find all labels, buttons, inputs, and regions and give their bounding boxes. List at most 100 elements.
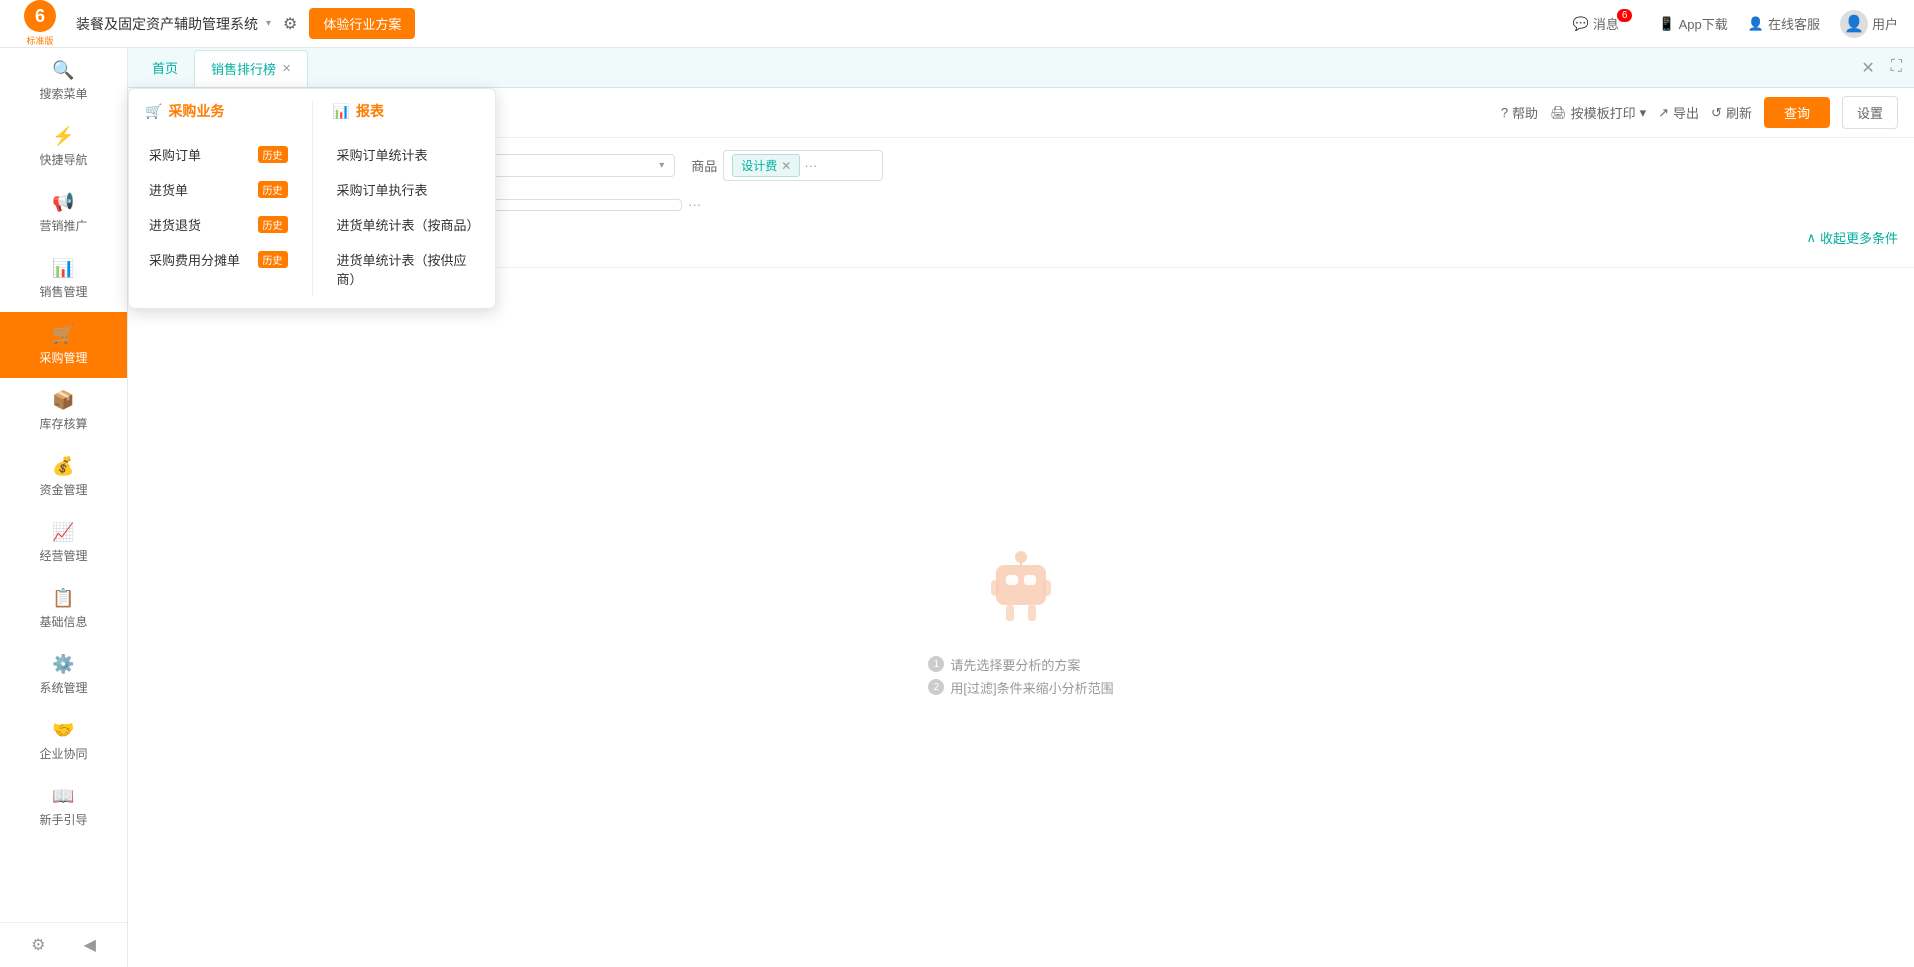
empty-state-illustration (971, 535, 1071, 635)
sidebar-item-quick-nav[interactable]: ⚡ 快捷导航 (0, 114, 127, 180)
sidebar-item-sales[interactable]: 📊 销售管理 (0, 246, 127, 312)
dropdown-arrow-icon[interactable]: ▾ (266, 18, 271, 29)
tab-sales-ranking[interactable]: 销售排行榜 ✕ (194, 50, 308, 87)
refresh-icon: ↺ (1711, 105, 1722, 121)
menu-item-label: 进货单统计表（按供应商） (337, 250, 476, 288)
report-section: 📊 报表 采购订单统计表 采购订单执行表 进货单统计表（按商品） 进货单统计表（… (317, 101, 496, 296)
tab-bar: 首页 销售排行榜 ✕ ✕ ⛶ (128, 48, 1914, 88)
tab-label: 销售排行榜 (211, 59, 276, 78)
tab-close-all-icon[interactable]: ✕ (1857, 54, 1878, 82)
history-badge: 历史 (258, 216, 288, 233)
logo-icon: 6 (24, 0, 56, 32)
goods-tag-close-icon[interactable]: ✕ (781, 159, 791, 173)
sidebar-item-search[interactable]: 🔍 搜索菜单 (0, 48, 127, 114)
inventory-icon: 📦 (52, 390, 74, 411)
purchase-section-title: 🛒 采购业务 (145, 101, 292, 127)
print-icon: 🖨 (1550, 105, 1567, 121)
sidebar-bottom: ⚙ ◀ (0, 922, 127, 967)
bottom-settings-icon[interactable]: ⚙ (31, 935, 45, 955)
menu-divider (312, 101, 313, 296)
purchase-section-icon: 🛒 (145, 103, 162, 120)
menu-item-label: 采购订单统计表 (337, 145, 428, 164)
sidebar-item-finance[interactable]: 💰 资金管理 (0, 444, 127, 510)
export-action[interactable]: ↗ 导出 (1658, 103, 1699, 122)
menu-item-purchase-order-exec[interactable]: 采购订单执行表 (333, 172, 480, 207)
guide-icon: 📖 (52, 786, 74, 807)
refresh-action[interactable]: ↺ 刷新 (1711, 103, 1752, 122)
salesperson-filter-dots[interactable]: ··· (688, 197, 701, 212)
tab-maximize-icon[interactable]: ⛶ (1887, 54, 1906, 82)
sidebar-item-purchase[interactable]: 🛒 采购管理 (0, 312, 127, 378)
menu-item-label: 采购订单执行表 (337, 180, 428, 199)
empty-state: 1 请先选择要分析的方案 2 用[过滤]条件来缩小分析范围 (128, 268, 1914, 967)
menu-item-return[interactable]: 进货退货 历史 (145, 207, 292, 242)
sidebar-item-label: 企业协同 (39, 745, 87, 762)
cooperation-icon: 🤝 (52, 720, 74, 741)
history-badge: 历史 (258, 181, 288, 198)
sales-icon: 📊 (52, 258, 74, 279)
menu-item-inbound-stats-goods[interactable]: 进货单统计表（按商品） (333, 207, 480, 242)
menu-item-label: 进货退货 (149, 215, 201, 234)
help-action[interactable]: ? 帮助 (1501, 103, 1538, 122)
marketing-icon: 📢 (52, 192, 74, 213)
basic-info-icon: 📋 (52, 588, 74, 609)
report-section-title: 📊 报表 (333, 101, 480, 127)
headset-icon: 👤 (1748, 16, 1764, 32)
voucher-status-select[interactable]: ▾ (475, 154, 675, 177)
avatar: 👤 (1840, 10, 1868, 38)
user-item[interactable]: 👤 用户 (1840, 10, 1898, 38)
salesperson-select[interactable] (482, 199, 682, 211)
empty-step-1: 1 请先选择要分析的方案 (928, 655, 1113, 674)
online-service-item[interactable]: 👤 在线客服 (1748, 14, 1820, 33)
export-label: 导出 (1673, 103, 1699, 122)
sidebar-item-label: 营销推广 (39, 217, 87, 234)
empty-step-2: 2 用[过滤]条件来缩小分析范围 (928, 678, 1113, 697)
goods-filter-dots[interactable]: ··· (804, 158, 817, 173)
goods-tag-text: 设计费 (741, 157, 777, 174)
sidebar-item-marketing[interactable]: 📢 营销推广 (0, 180, 127, 246)
sidebar: 🔍 搜索菜单 ⚡ 快捷导航 📢 营销推广 📊 销售管理 🛒 采购管理 📦 (0, 48, 128, 967)
query-button[interactable]: 查询 (1764, 97, 1830, 128)
sidebar-item-guide[interactable]: 📖 新手引导 (0, 774, 127, 840)
search-icon: 🔍 (52, 60, 74, 81)
print-dropdown-icon[interactable]: ▾ (1640, 105, 1647, 121)
phone-icon: 📱 (1658, 16, 1674, 32)
collapse-button[interactable]: ∧ 收起更多条件 (1806, 228, 1898, 247)
menu-item-label: 采购订单 (149, 145, 201, 164)
purchase-section-label: 采购业务 (168, 101, 224, 121)
collapse-label: 收起更多条件 (1820, 228, 1898, 247)
sidebar-item-label: 搜索菜单 (39, 85, 87, 102)
message-item[interactable]: 💬 消息 6 (1573, 14, 1639, 33)
tab-close-icon[interactable]: ✕ (282, 62, 291, 75)
menu-item-inbound-stats-supplier[interactable]: 进货单统计表（按供应商） (333, 242, 480, 296)
menu-item-expense-allocation[interactable]: 采购费用分摊单 历史 (145, 242, 292, 277)
sidebar-item-label: 采购管理 (39, 349, 87, 366)
top-right-actions: 💬 消息 6 📱 App下载 👤 在线客服 👤 用户 (1573, 10, 1898, 38)
settings-button[interactable]: 设置 (1842, 96, 1898, 129)
print-action[interactable]: 🖨 按模板打印 ▾ (1550, 103, 1646, 122)
step-2-num: 2 (928, 679, 944, 695)
menu-item-inbound[interactable]: 进货单 历史 (145, 172, 292, 207)
sidebar-item-operations[interactable]: 📈 经营管理 (0, 510, 127, 576)
app-download-item[interactable]: 📱 App下载 (1658, 14, 1727, 33)
sidebar-item-system[interactable]: ⚙️ 系统管理 (0, 642, 127, 708)
export-icon: ↗ (1658, 105, 1669, 121)
operations-icon: 📈 (52, 522, 74, 543)
settings-icon[interactable]: ⚙ (283, 14, 297, 34)
menu-item-label: 进货单统计表（按商品） (337, 215, 476, 234)
sidebar-item-label: 资金管理 (39, 481, 87, 498)
tab-home[interactable]: 首页 (136, 50, 194, 85)
collapse-icon: ∧ (1806, 230, 1816, 246)
goods-tag: 设计费 ✕ (732, 154, 800, 177)
quick-nav-icon: ⚡ (52, 126, 74, 147)
sidebar-item-inventory[interactable]: 📦 库存核算 (0, 378, 127, 444)
sidebar-item-label: 销售管理 (39, 283, 87, 300)
sidebar-item-basic-info[interactable]: 📋 基础信息 (0, 576, 127, 642)
bottom-collapse-icon[interactable]: ◀ (84, 935, 96, 955)
industry-button[interactable]: 体验行业方案 (309, 8, 415, 39)
menu-item-purchase-order[interactable]: 采购订单 历史 (145, 137, 292, 172)
menu-item-purchase-order-stats[interactable]: 采购订单统计表 (333, 137, 480, 172)
sidebar-item-cooperation[interactable]: 🤝 企业协同 (0, 708, 127, 774)
logo: 6 标准版 (16, 0, 64, 47)
refresh-label: 刷新 (1726, 103, 1752, 122)
